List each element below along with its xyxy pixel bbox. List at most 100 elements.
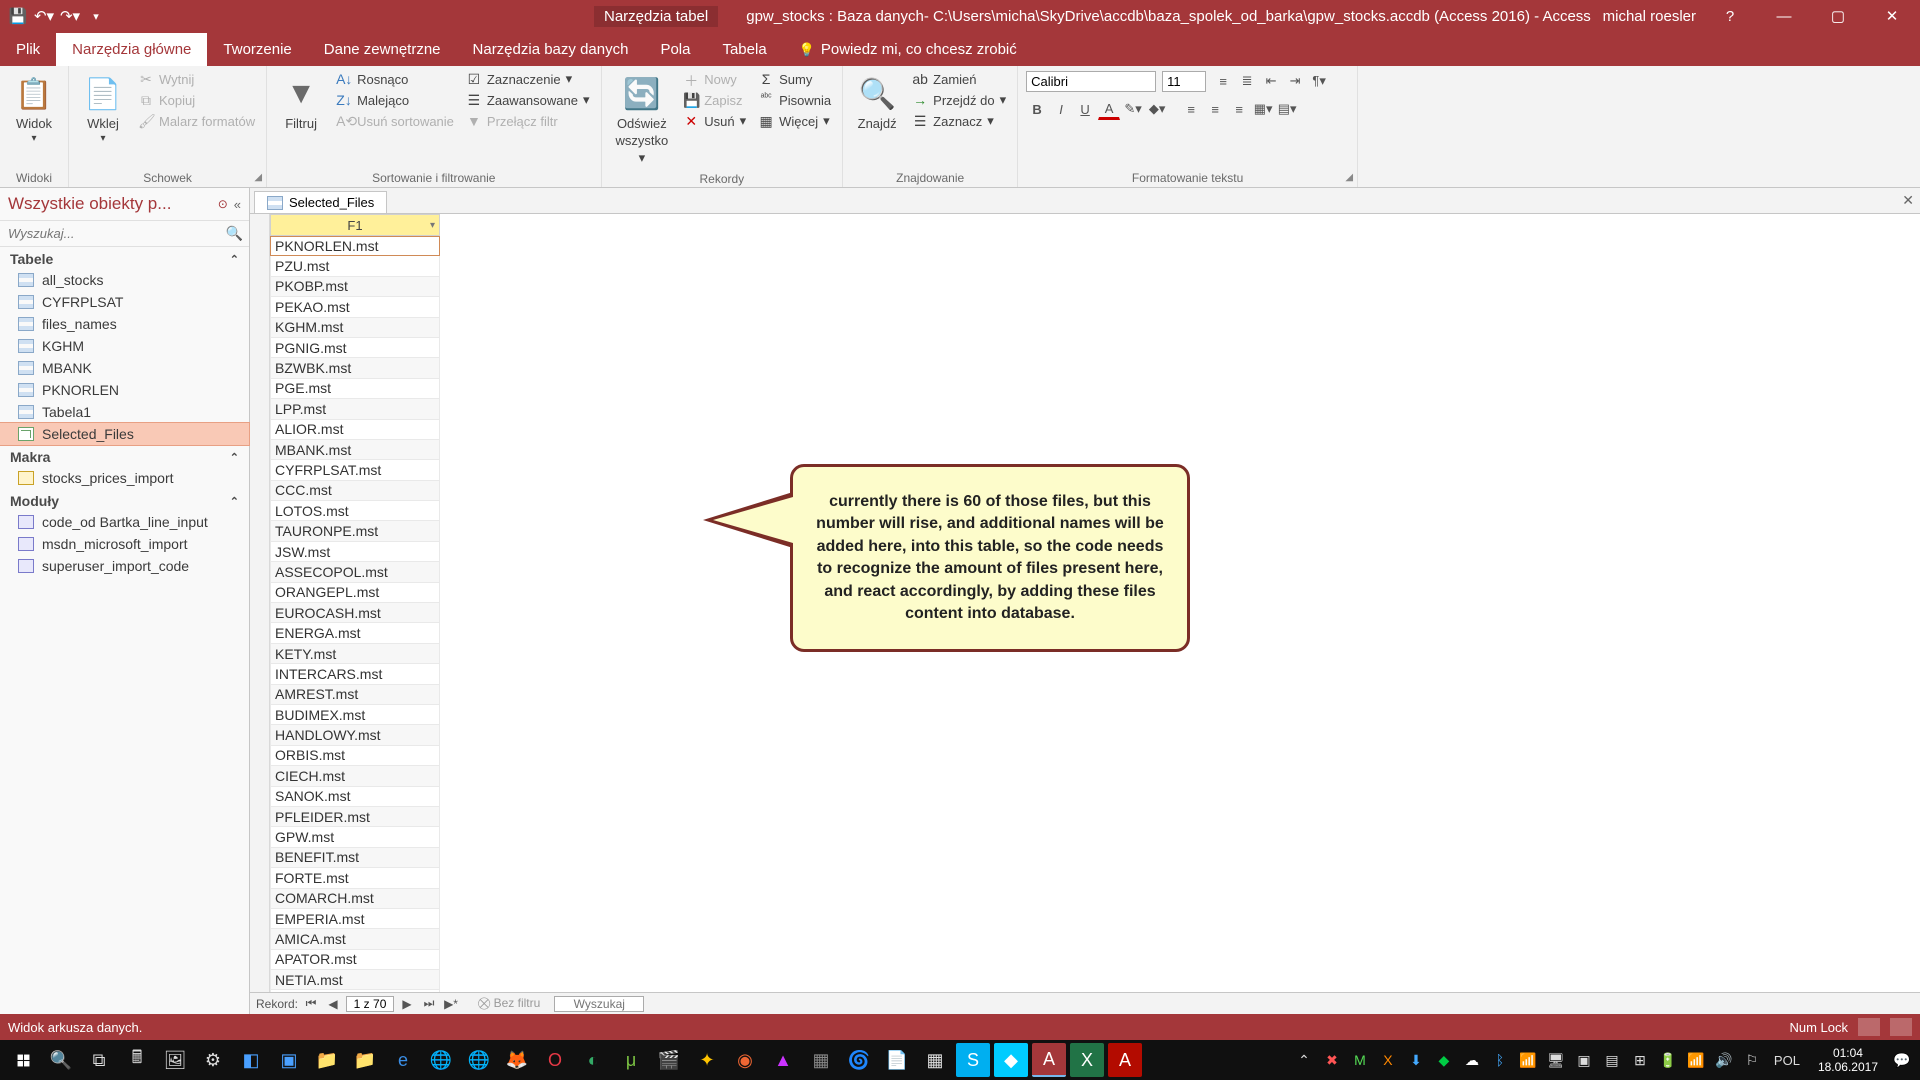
- table-cell[interactable]: APATOR.mst: [270, 950, 440, 970]
- settings-icon[interactable]: ⚙: [196, 1043, 230, 1077]
- nav-item-table[interactable]: KGHM: [0, 335, 249, 357]
- app-icon-5[interactable]: ✦: [690, 1043, 724, 1077]
- table-cell[interactable]: KETY.mst: [270, 644, 440, 664]
- nav-cat-macros[interactable]: Makra⌃: [0, 445, 249, 467]
- app-icon-3[interactable]: 📁: [310, 1043, 344, 1077]
- app-icon-11[interactable]: ▦: [918, 1043, 952, 1077]
- table-cell[interactable]: JSW.mst: [270, 542, 440, 562]
- nav-header[interactable]: Wszystkie obiekty p...: [8, 194, 212, 214]
- goto-button[interactable]: →Przejdź do ▾: [909, 91, 1009, 109]
- select-button[interactable]: ☰Zaznacz ▾: [909, 112, 1009, 130]
- tab-fields[interactable]: Pola: [644, 33, 706, 66]
- indent-dec-icon[interactable]: ⇤: [1260, 70, 1282, 92]
- align-right-icon[interactable]: ≡: [1228, 98, 1250, 120]
- app-icon-7[interactable]: ▲: [766, 1043, 800, 1077]
- spelling-button[interactable]: ᵃᵇᶜPisownia: [755, 91, 834, 109]
- nav-search-input[interactable]: [6, 223, 226, 244]
- battery-icon[interactable]: 🔋: [1656, 1043, 1680, 1077]
- restore-icon[interactable]: ▢: [1818, 0, 1858, 32]
- highlight-button[interactable]: ✎▾: [1122, 98, 1144, 120]
- table-cell[interactable]: PEKAO.mst: [270, 297, 440, 317]
- nav-item-table[interactable]: all_stocks: [0, 269, 249, 291]
- numbering-icon[interactable]: ≣: [1236, 70, 1258, 92]
- onedrive-icon[interactable]: ☁: [1460, 1043, 1484, 1077]
- nav-item-macro[interactable]: stocks_prices_import: [0, 467, 249, 489]
- table-cell[interactable]: AMREST.mst: [270, 685, 440, 705]
- table-cell[interactable]: INTERCARS.mst: [270, 664, 440, 684]
- find-button[interactable]: 🔍Znajdź: [851, 70, 903, 135]
- action-center-icon[interactable]: 💬: [1890, 1043, 1914, 1077]
- delete-record-button[interactable]: ✕Usuń ▾: [680, 112, 749, 130]
- datasheet-view-icon[interactable]: [1858, 1018, 1880, 1036]
- table-cell[interactable]: GPW.mst: [270, 827, 440, 847]
- wifi-icon[interactable]: 📶: [1684, 1043, 1708, 1077]
- table-cell[interactable]: KGHM.mst: [270, 318, 440, 338]
- tray-icon-3[interactable]: X: [1376, 1043, 1400, 1077]
- nav-item-table[interactable]: Tabela1: [0, 401, 249, 423]
- tray-icon-1[interactable]: ✖: [1320, 1043, 1344, 1077]
- table-cell[interactable]: SANOK.mst: [270, 787, 440, 807]
- align-center-icon[interactable]: ≡: [1204, 98, 1226, 120]
- cortana-search-icon[interactable]: 🔍: [44, 1043, 78, 1077]
- table-cell[interactable]: ENERGA.mst: [270, 623, 440, 643]
- close-tab-icon[interactable]: ✕: [1902, 192, 1914, 209]
- media-icon[interactable]: 🎬: [652, 1043, 686, 1077]
- calculator-icon[interactable]: 🖩: [120, 1043, 154, 1077]
- app-icon-9[interactable]: 🌀: [842, 1043, 876, 1077]
- format-painter-button[interactable]: 🖌Malarz formatów: [135, 112, 258, 130]
- more-records-button[interactable]: ▦Więcej ▾: [755, 112, 834, 130]
- nav-item-module[interactable]: superuser_import_code: [0, 555, 249, 577]
- align-left-icon[interactable]: ≡: [1180, 98, 1202, 120]
- close-icon[interactable]: ✕: [1872, 0, 1912, 32]
- record-search-input[interactable]: [554, 996, 644, 1012]
- user-name[interactable]: michal roesler: [1603, 8, 1696, 25]
- tray-icon-7[interactable]: 🖥: [1544, 1043, 1568, 1077]
- nav-item-table[interactable]: files_names: [0, 313, 249, 335]
- filter-button[interactable]: ▼Filtruj: [275, 70, 327, 135]
- new-record-button[interactable]: ＋Nowy: [680, 70, 749, 88]
- italic-button[interactable]: I: [1050, 98, 1072, 120]
- clock[interactable]: 01:0418.06.2017: [1808, 1046, 1888, 1075]
- clipboard-launcher-icon[interactable]: ◢: [254, 172, 262, 183]
- table-cell[interactable]: FORTE.mst: [270, 868, 440, 888]
- table-cell[interactable]: PFLEIDER.mst: [270, 807, 440, 827]
- gridlines-icon[interactable]: ▦▾: [1252, 98, 1274, 120]
- font-size-input[interactable]: [1162, 71, 1206, 92]
- acrobat-icon[interactable]: A: [1108, 1043, 1142, 1077]
- table-cell[interactable]: CIECH.mst: [270, 766, 440, 786]
- nav-item-module[interactable]: code_od Bartka_line_input: [0, 511, 249, 533]
- paste-button[interactable]: 📄Wklej▾: [77, 70, 129, 148]
- indent-inc-icon[interactable]: ⇥: [1284, 70, 1306, 92]
- start-button[interactable]: [6, 1043, 40, 1077]
- table-cell[interactable]: CCC.mst: [270, 481, 440, 501]
- tab-home[interactable]: Narzędzia główne: [56, 33, 207, 66]
- nav-item-table[interactable]: MBANK: [0, 357, 249, 379]
- edge-icon[interactable]: e: [386, 1043, 420, 1077]
- chrome-icon[interactable]: 🌐: [424, 1043, 458, 1077]
- table-cell[interactable]: BENEFIT.mst: [270, 848, 440, 868]
- table-cell[interactable]: BZWBK.mst: [270, 358, 440, 378]
- record-position-input[interactable]: [346, 996, 394, 1012]
- table-cell[interactable]: PKOBP.mst: [270, 277, 440, 297]
- view-button[interactable]: 📋Widok▾: [8, 70, 60, 148]
- tray-icon-11[interactable]: ⚐: [1740, 1043, 1764, 1077]
- fill-color-button[interactable]: ◆▾: [1146, 98, 1168, 120]
- first-record-icon[interactable]: ⏮: [302, 996, 320, 1011]
- utorrent-icon[interactable]: μ: [614, 1043, 648, 1077]
- table-cell[interactable]: ASSECOPOL.mst: [270, 562, 440, 582]
- filter-indicator[interactable]: ⛒ Bez filtru: [478, 996, 540, 1011]
- selection-filter-button[interactable]: ☑Zaznaczenie ▾: [463, 70, 593, 88]
- excel-icon[interactable]: X: [1070, 1043, 1104, 1077]
- replace-button[interactable]: abZamień: [909, 70, 1009, 88]
- tab-create[interactable]: Tworzenie: [207, 33, 307, 66]
- tray-icon-10[interactable]: ⊞: [1628, 1043, 1652, 1077]
- table-cell[interactable]: PZU.mst: [270, 256, 440, 276]
- app-icon-4[interactable]: ◐: [576, 1043, 610, 1077]
- nav-item-module[interactable]: msdn_microsoft_import: [0, 533, 249, 555]
- app-icon-1[interactable]: ◧: [234, 1043, 268, 1077]
- next-record-icon[interactable]: ▶: [398, 997, 416, 1011]
- font-name-input[interactable]: [1026, 71, 1156, 92]
- undo-icon[interactable]: ↶▾: [34, 6, 54, 26]
- opera-icon[interactable]: O: [538, 1043, 572, 1077]
- bluetooth-icon[interactable]: ᛒ: [1488, 1043, 1512, 1077]
